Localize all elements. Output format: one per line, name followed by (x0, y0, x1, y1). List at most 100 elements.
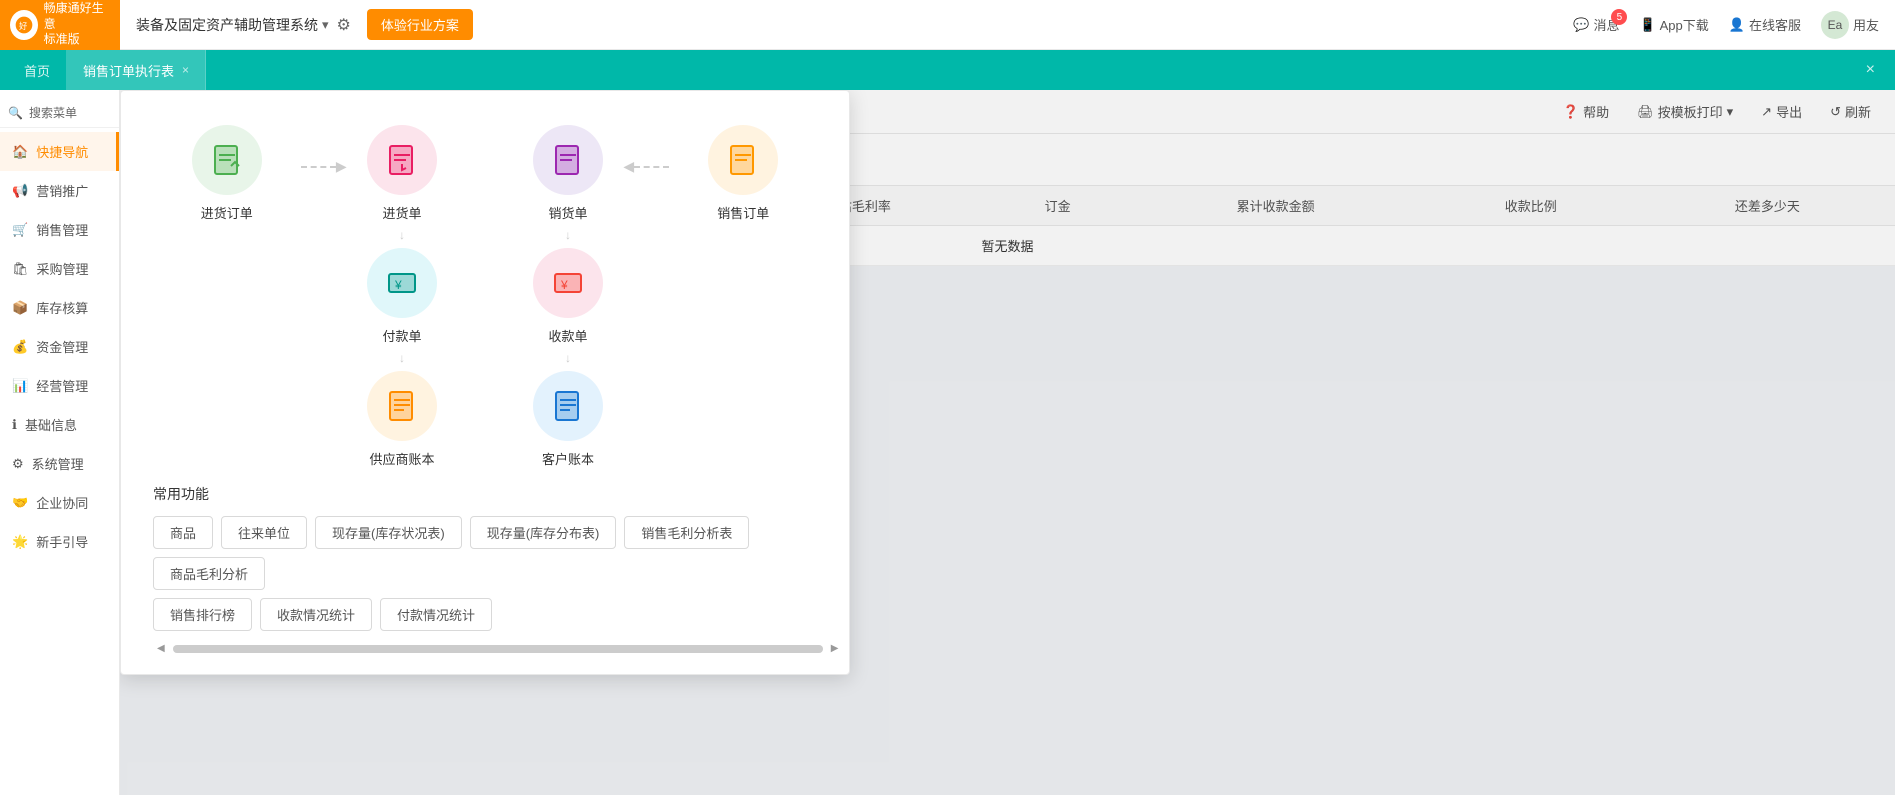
sidebar: 🔍 搜索菜单 🏠 快捷导航 📢 营销推广 🛒 销售管理 🛍 采购管理 📦 库存核… (0, 90, 120, 795)
func-btn-payment-stats[interactable]: 付款情况统计 (380, 598, 492, 631)
message-button[interactable]: 💬 消息 5 (1573, 15, 1619, 34)
function-btns-row2: 销售排行榜 收款情况统计 付款情况统计 (153, 598, 817, 631)
header-right: 💬 消息 5 📱 App下载 👤 在线客服 Ea 用友 (1573, 11, 1879, 39)
common-functions: 常用功能 商品 往来单位 现存量(库存状况表) 现存量(库存分布表) 销售毛利分… (153, 484, 817, 631)
arrow-down-receipt: ↓ (565, 351, 571, 365)
sidebar-item-info[interactable]: ℹ 基础信息 (0, 405, 119, 444)
func-btn-inventory-status[interactable]: 现存量(库存状况表) (315, 516, 462, 549)
marketing-icon: 📢 (12, 183, 28, 199)
purchase-icon (367, 125, 437, 195)
flow-item-purchase[interactable]: 进货单 (367, 125, 437, 222)
close-all-tabs[interactable]: × (1854, 61, 1887, 79)
quick-nav-popup: 进货订单 ▶ 进货单 (120, 90, 850, 675)
func-btn-inventory-dist[interactable]: 现存量(库存分布表) (470, 516, 617, 549)
popup-scrollbar: ◀ ▶ (153, 643, 817, 654)
online-service-button[interactable]: 👤 在线客服 (1729, 15, 1801, 34)
main-area: 🔍 搜索菜单 🏠 快捷导航 📢 营销推广 🛒 销售管理 🛍 采购管理 📦 库存核… (0, 90, 1895, 795)
supplier-ledger-icon (367, 371, 437, 441)
inventory-icon: 📦 (12, 300, 28, 316)
customer-ledger-label: 客户账本 (542, 449, 594, 468)
func-btn-product[interactable]: 商品 (153, 516, 213, 549)
sales-label: 销货单 (548, 203, 587, 222)
tab-close-icon[interactable]: × (182, 63, 189, 77)
app-title: 装备及固定资产辅助管理系统 (136, 15, 318, 35)
dropdown-icon[interactable]: ▾ (322, 17, 329, 33)
user-menu[interactable]: Ea 用友 (1821, 11, 1879, 39)
sales-order-icon (708, 125, 778, 195)
enterprise-icon: 🤝 (12, 495, 28, 511)
function-btns-row1: 商品 往来单位 现存量(库存状况表) 现存量(库存分布表) 销售毛利分析表 商品… (153, 516, 817, 590)
func-btn-sales-rank[interactable]: 销售排行榜 (153, 598, 252, 631)
popup-overlay[interactable]: 进货订单 ▶ 进货单 (120, 90, 1895, 795)
scrollbar-thumb (173, 645, 823, 653)
content-area: ❓ 帮助 🖨 按模板打印 ▾ ↗ 导出 ↺ 刷新 📅 单据状态 (120, 90, 1895, 795)
nav-tabs: 首页 销售订单执行表 × × (0, 50, 1895, 90)
finance-icon: 💰 (12, 339, 28, 355)
sidebar-item-quicknav[interactable]: 🏠 快捷导航 (0, 132, 119, 171)
payment-label: 付款单 (382, 326, 421, 345)
sidebar-item-finance[interactable]: 💰 资金管理 (0, 327, 119, 366)
svg-text:¥: ¥ (560, 278, 568, 292)
tab-sales-order[interactable]: 销售订单执行表 × (67, 50, 206, 90)
avatar: Ea (1821, 11, 1849, 39)
flow-item-purchase-order[interactable]: 进货订单 (192, 125, 262, 222)
top-header: 好 畅康通好生意 标准版 装备及固定资产辅助管理系统 ▾ ⚙ 体验行业方案 💬 … (0, 0, 1895, 50)
func-btn-product-gross[interactable]: 商品毛利分析 (153, 557, 265, 590)
scroll-left-arrow[interactable]: ◀ (153, 643, 169, 654)
home-icon: 🏠 (12, 144, 28, 160)
arrow-down-purchase: ↓ (399, 228, 405, 242)
receipt-label: 收款单 (548, 326, 587, 345)
purchase-label: 进货单 (382, 203, 421, 222)
logo-area: 好 畅康通好生意 标准版 (0, 0, 120, 50)
sidebar-item-system[interactable]: ⚙ 系统管理 (0, 444, 119, 483)
payment-icon: ¥ (367, 248, 437, 318)
sidebar-item-guide[interactable]: 🌟 新手引导 (0, 522, 119, 561)
logo-icon: 好 (10, 10, 38, 40)
sales-icon (533, 125, 603, 195)
svg-text:¥: ¥ (394, 278, 402, 292)
sidebar-item-operation[interactable]: 📊 经营管理 (0, 366, 119, 405)
arrow-down-payment: ↓ (399, 351, 405, 365)
scroll-right-arrow[interactable]: ▶ (827, 643, 843, 654)
purchase-order-label: 进货订单 (201, 203, 253, 222)
flow-item-supplier-ledger[interactable]: 供应商账本 (367, 371, 437, 468)
common-functions-title: 常用功能 (153, 484, 817, 504)
sidebar-item-inventory[interactable]: 📦 库存核算 (0, 288, 119, 327)
func-btn-sales-gross[interactable]: 销售毛利分析表 (624, 516, 749, 549)
gear-icon[interactable]: ⚙ (337, 15, 351, 35)
app-download-button[interactable]: 📱 App下载 (1639, 15, 1708, 34)
flow-item-payment[interactable]: ¥ 付款单 (367, 248, 437, 345)
sidebar-item-sales[interactable]: 🛒 销售管理 (0, 210, 119, 249)
customer-ledger-icon (533, 371, 603, 441)
system-icon: ⚙ (12, 456, 24, 472)
func-btn-partner[interactable]: 往来单位 (221, 516, 307, 549)
flow-item-sales-order[interactable]: 销售订单 (708, 125, 778, 222)
tab-home[interactable]: 首页 (8, 50, 67, 90)
download-icon: 📱 (1639, 17, 1655, 33)
service-icon: 👤 (1729, 17, 1745, 33)
sidebar-item-enterprise[interactable]: 🤝 企业协同 (0, 483, 119, 522)
scrollbar-track[interactable] (173, 645, 823, 653)
flow-item-customer-ledger[interactable]: 客户账本 (533, 371, 603, 468)
func-btn-receipt-stats[interactable]: 收款情况统计 (260, 598, 372, 631)
info-icon: ℹ (12, 417, 17, 433)
flow-item-sales[interactable]: 销货单 (533, 125, 603, 222)
sales-icon: 🛒 (12, 222, 28, 238)
sidebar-item-purchase[interactable]: 🛍 采购管理 (0, 249, 119, 288)
sidebar-search[interactable]: 🔍 搜索菜单 (0, 98, 119, 128)
try-button[interactable]: 体验行业方案 (367, 9, 473, 40)
message-badge: 5 (1611, 9, 1627, 25)
supplier-ledger-label: 供应商账本 (369, 449, 434, 468)
guide-icon: 🌟 (12, 534, 28, 550)
arrow-down-sales: ↓ (565, 228, 571, 242)
flow-item-receipt[interactable]: ¥ 收款单 (533, 248, 603, 345)
logo-text: 畅康通好生意 标准版 (44, 1, 110, 48)
svg-text:好: 好 (19, 21, 27, 31)
operation-icon: 📊 (12, 378, 28, 394)
message-icon: 💬 (1573, 17, 1589, 33)
purchase-icon: 🛍 (12, 261, 29, 277)
receipt-icon: ¥ (533, 248, 603, 318)
purchase-order-icon (192, 125, 262, 195)
sidebar-item-marketing[interactable]: 📢 营销推广 (0, 171, 119, 210)
sales-order-label: 销售订单 (717, 203, 769, 222)
